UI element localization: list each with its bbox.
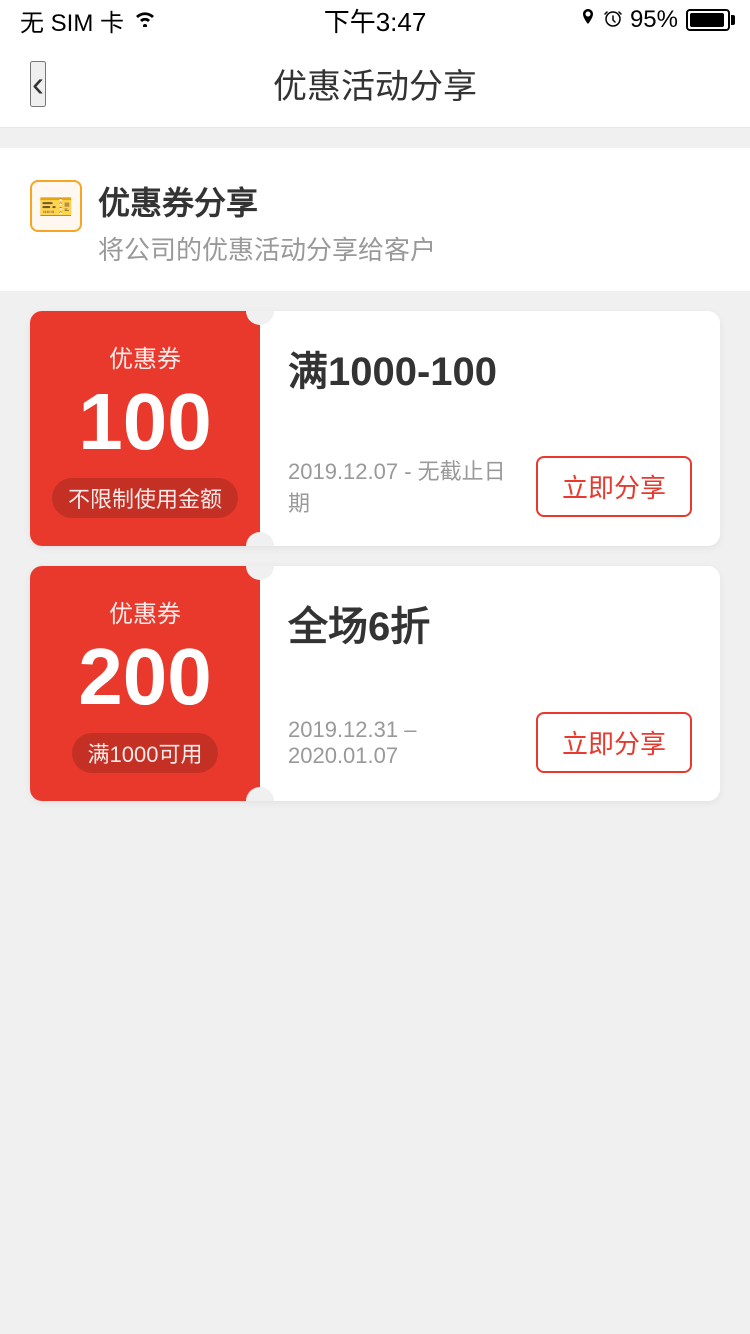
alarm-icon xyxy=(604,6,622,34)
battery-percent: 95% xyxy=(630,6,678,34)
section-title: 优惠券分享 xyxy=(98,178,436,224)
coupon-bottom-1: 2019.12.07 - 无截止日期 立即分享 xyxy=(288,454,692,518)
coupon-list: 优惠券 100 不限制使用金额 满1000-100 2019.12.07 - 无… xyxy=(0,291,750,831)
coupon-name-1: 满1000-100 xyxy=(288,339,692,397)
section-header: 🎫 优惠券分享 将公司的优惠活动分享给客户 xyxy=(0,148,750,291)
wifi-icon xyxy=(134,6,156,34)
nav-bar: ‹ 优惠活动分享 xyxy=(0,40,750,128)
coupon-card-1: 优惠券 100 不限制使用金额 满1000-100 2019.12.07 - 无… xyxy=(30,311,720,546)
coupon-condition-1: 不限制使用金额 xyxy=(52,478,238,518)
coupon-left-1: 优惠券 100 不限制使用金额 xyxy=(30,311,260,546)
location-icon xyxy=(580,6,596,34)
coupon-condition-2: 满1000可用 xyxy=(72,733,219,773)
section-subtitle: 将公司的优惠活动分享给客户 xyxy=(98,230,436,267)
status-time: 下午3:47 xyxy=(324,2,427,39)
coupon-date-2: 2019.12.31 – 2020.01.07 xyxy=(288,717,520,769)
section-icon: 🎫 xyxy=(30,180,82,232)
coupon-label-1: 优惠券 xyxy=(109,339,181,374)
page-title: 优惠活动分享 xyxy=(273,59,477,108)
status-left: 无 SIM 卡 xyxy=(20,3,156,38)
coupon-name-2: 全场6折 xyxy=(288,594,692,652)
coupon-right-2: 全场6折 2019.12.31 – 2020.01.07 立即分享 xyxy=(260,566,720,801)
section-text: 优惠券分享 将公司的优惠活动分享给客户 xyxy=(98,178,436,267)
coupon-card-2: 优惠券 200 满1000可用 全场6折 2019.12.31 – 2020.0… xyxy=(30,566,720,801)
coupon-date-1: 2019.12.07 - 无截止日期 xyxy=(288,454,520,518)
coupon-left-2: 优惠券 200 满1000可用 xyxy=(30,566,260,801)
share-button-2[interactable]: 立即分享 xyxy=(536,712,692,773)
back-button[interactable]: ‹ xyxy=(30,61,46,107)
coupon-amount-1: 100 xyxy=(78,382,211,462)
coupon-amount-2: 200 xyxy=(78,637,211,717)
share-button-1[interactable]: 立即分享 xyxy=(536,456,692,517)
status-bar: 无 SIM 卡 下午3:47 95% xyxy=(0,0,750,40)
battery-icon xyxy=(686,9,730,31)
carrier-text: 无 SIM 卡 xyxy=(20,3,124,38)
coupon-right-1: 满1000-100 2019.12.07 - 无截止日期 立即分享 xyxy=(260,311,720,546)
status-right: 95% xyxy=(580,6,730,34)
coupon-label-2: 优惠券 xyxy=(109,594,181,629)
coupon-bottom-2: 2019.12.31 – 2020.01.07 立即分享 xyxy=(288,712,692,773)
